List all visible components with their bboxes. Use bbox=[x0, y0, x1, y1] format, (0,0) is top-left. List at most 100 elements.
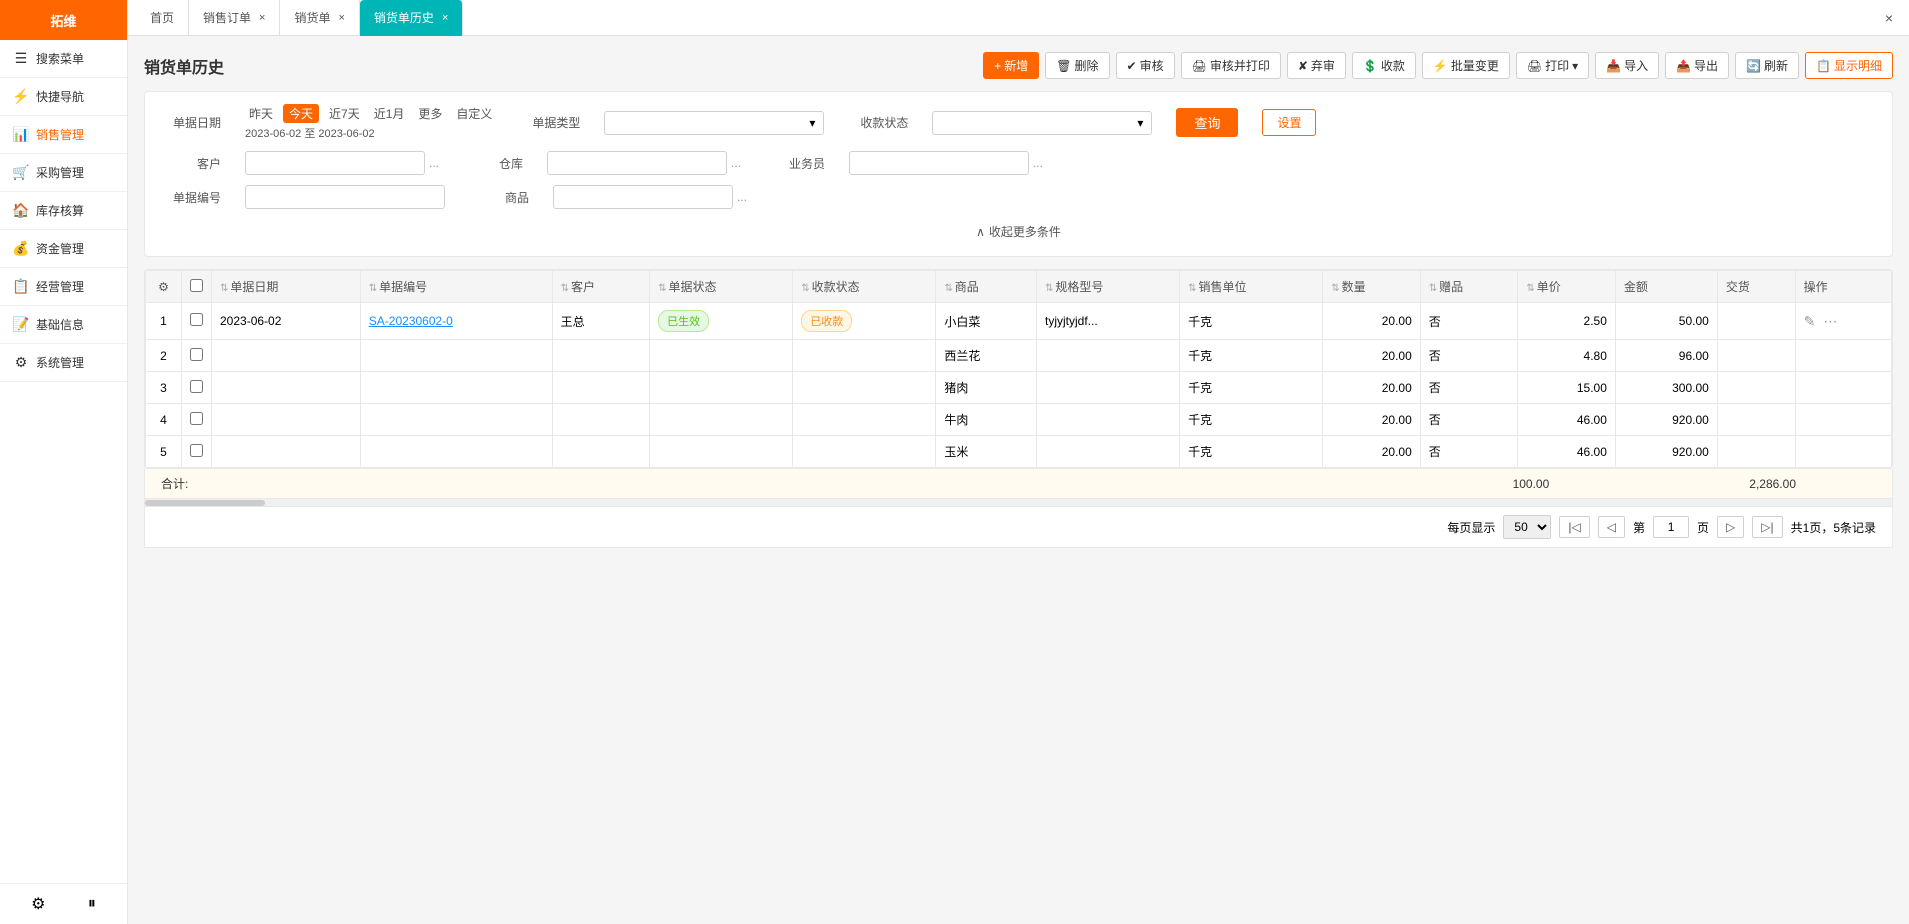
row-spec-type bbox=[1036, 340, 1179, 372]
sidebar-bottom-icon2[interactable]: ⏸ bbox=[88, 895, 96, 913]
last-page-button[interactable]: ▷| bbox=[1752, 516, 1782, 538]
row-doc-no[interactable] bbox=[360, 340, 552, 372]
payment-status-select[interactable]: ▾ bbox=[932, 111, 1152, 135]
row-checkbox[interactable] bbox=[190, 444, 203, 457]
page-number-input[interactable]: 1 bbox=[1653, 516, 1689, 538]
sidebar-item-label: 销售管理 bbox=[36, 126, 84, 143]
next-page-button[interactable]: ▷ bbox=[1717, 516, 1744, 538]
tab-home[interactable]: 首页 bbox=[136, 0, 189, 36]
row-sales-unit: 千克 bbox=[1180, 340, 1323, 372]
col-settings[interactable]: ⚙ bbox=[146, 271, 182, 303]
tab-sales-history[interactable]: 销货单历史 × bbox=[360, 0, 463, 36]
print-dropdown-icon: ▾ bbox=[1572, 59, 1578, 73]
row-checkbox-cell[interactable] bbox=[182, 372, 212, 404]
col-goods[interactable]: ⇅商品 bbox=[936, 271, 1037, 303]
customer-dots[interactable]: ... bbox=[429, 156, 439, 170]
col-doc-date[interactable]: ⇅单据日期 bbox=[212, 271, 361, 303]
col-spec-type[interactable]: ⇅规格型号 bbox=[1036, 271, 1179, 303]
audit-button[interactable]: ✔ 审核 bbox=[1116, 52, 1175, 79]
today-shortcut[interactable]: 今天 bbox=[283, 104, 319, 123]
collapse-label: 收起更多条件 bbox=[989, 223, 1061, 240]
delete-button[interactable]: 🗑 删除 bbox=[1045, 52, 1109, 79]
edit-icon[interactable]: ✎ bbox=[1804, 313, 1816, 330]
row-checkbox-cell[interactable] bbox=[182, 340, 212, 372]
sidebar-item-sales-mgmt[interactable]: 📊 销售管理 bbox=[0, 116, 127, 154]
yesterday-shortcut[interactable]: 昨天 bbox=[245, 104, 277, 123]
last7days-shortcut[interactable]: 近7天 bbox=[325, 104, 364, 123]
sidebar-bottom-icon1[interactable]: ⚙ bbox=[31, 894, 45, 914]
row-doc-no[interactable] bbox=[360, 404, 552, 436]
tab-close-all[interactable]: × bbox=[1877, 10, 1901, 26]
sidebar-item-operations-mgmt[interactable]: 📋 经营管理 bbox=[0, 268, 127, 306]
row-checkbox-cell[interactable] bbox=[182, 404, 212, 436]
goods-dots[interactable]: ... bbox=[737, 190, 747, 204]
per-page-label: 每页显示 bbox=[1447, 519, 1495, 536]
prev-page-button[interactable]: ◁ bbox=[1598, 516, 1625, 538]
show-detail-button[interactable]: 📋 显示明细 bbox=[1805, 52, 1893, 79]
first-page-button[interactable]: |◁ bbox=[1559, 516, 1589, 538]
row-checkbox[interactable] bbox=[190, 348, 203, 361]
tab-sales-order-close[interactable]: × bbox=[259, 12, 265, 24]
col-quantity[interactable]: ⇅数量 bbox=[1323, 271, 1421, 303]
horizontal-scrollbar[interactable] bbox=[144, 499, 1893, 507]
tab-sales-delivery-close[interactable]: × bbox=[338, 12, 344, 24]
row-checkbox[interactable] bbox=[190, 380, 203, 393]
row-doc-no[interactable]: SA-20230602-0 bbox=[360, 303, 552, 340]
more-shortcut[interactable]: 更多 bbox=[414, 104, 446, 123]
col-sales-unit[interactable]: ⇅销售单位 bbox=[1180, 271, 1323, 303]
goods-input[interactable] bbox=[553, 185, 733, 209]
import-button[interactable]: 📥 导入 bbox=[1595, 52, 1659, 79]
salesperson-dots[interactable]: ... bbox=[1033, 156, 1043, 170]
salesperson-input[interactable] bbox=[849, 151, 1029, 175]
sidebar-item-search-menu[interactable]: ☰ 搜索菜单 bbox=[0, 40, 127, 78]
customer-input[interactable] bbox=[245, 151, 425, 175]
tab-sales-delivery[interactable]: 销货单 × bbox=[280, 0, 359, 36]
per-page-select[interactable]: 50 bbox=[1503, 515, 1551, 539]
query-button[interactable]: 查询 bbox=[1176, 108, 1238, 137]
audit-print-button[interactable]: 🖨 审核并打印 bbox=[1181, 52, 1281, 79]
scrollbar-thumb[interactable] bbox=[145, 500, 265, 506]
export-button[interactable]: 📤 导出 bbox=[1665, 52, 1729, 79]
doc-type-select[interactable]: ▾ bbox=[604, 111, 824, 135]
col-doc-status[interactable]: ⇅单据状态 bbox=[650, 271, 793, 303]
col-unit-price[interactable]: ⇅单价 bbox=[1518, 271, 1616, 303]
sidebar-item-basic-info[interactable]: 📝 基础信息 bbox=[0, 306, 127, 344]
tab-sales-order[interactable]: 销售订单 × bbox=[189, 0, 280, 36]
select-all-checkbox[interactable] bbox=[190, 279, 203, 292]
col-payment-status[interactable]: ⇅收款状态 bbox=[793, 271, 936, 303]
row-operation bbox=[1795, 404, 1891, 436]
doc-no-input[interactable] bbox=[245, 185, 445, 209]
row-doc-no[interactable] bbox=[360, 372, 552, 404]
warehouse-input[interactable] bbox=[547, 151, 727, 175]
col-checkbox[interactable] bbox=[182, 271, 212, 303]
col-amount[interactable]: 金额 bbox=[1615, 271, 1717, 303]
row-checkbox[interactable] bbox=[190, 313, 203, 326]
custom-shortcut[interactable]: 自定义 bbox=[452, 104, 496, 123]
more-icon[interactable]: ⋯ bbox=[1823, 313, 1837, 330]
sidebar-item-finance-mgmt[interactable]: 💰 资金管理 bbox=[0, 230, 127, 268]
row-checkbox-cell[interactable] bbox=[182, 436, 212, 468]
print-button[interactable]: 🖨 打印 ▾ bbox=[1516, 52, 1589, 79]
warehouse-dots[interactable]: ... bbox=[731, 156, 741, 170]
row-doc-no[interactable] bbox=[360, 436, 552, 468]
collapse-button[interactable]: ∧ 收起更多条件 bbox=[161, 219, 1876, 244]
col-gift[interactable]: ⇅赠品 bbox=[1420, 271, 1518, 303]
col-transaction[interactable]: 交货 bbox=[1717, 271, 1795, 303]
collect-button[interactable]: 💲 收款 bbox=[1352, 52, 1416, 79]
refresh-button[interactable]: 🔄 刷新 bbox=[1735, 52, 1799, 79]
page-header: 销货单历史 + 新增 🗑 删除 ✔ 审核 🖨 审核并打印 bbox=[144, 52, 1893, 79]
settings-button[interactable]: 设置 bbox=[1262, 109, 1316, 136]
tab-sales-history-close[interactable]: × bbox=[442, 12, 448, 24]
batch-change-button[interactable]: ⚡ 批量变更 bbox=[1422, 52, 1510, 79]
sidebar-item-quick-nav[interactable]: ⚡ 快捷导航 bbox=[0, 78, 127, 116]
last1month-shortcut[interactable]: 近1月 bbox=[370, 104, 409, 123]
col-doc-no[interactable]: ⇅单据编号 bbox=[360, 271, 552, 303]
new-button[interactable]: + 新增 bbox=[983, 52, 1039, 79]
abandon-button[interactable]: ✘ 弃审 bbox=[1287, 52, 1346, 79]
sidebar-item-system-mgmt[interactable]: ⚙ 系统管理 bbox=[0, 344, 127, 382]
row-checkbox[interactable] bbox=[190, 412, 203, 425]
col-customer[interactable]: ⇅客户 bbox=[552, 271, 650, 303]
row-checkbox-cell[interactable] bbox=[182, 303, 212, 340]
sidebar-item-inventory[interactable]: 🏠 库存核算 bbox=[0, 192, 127, 230]
sidebar-item-purchase-mgmt[interactable]: 🛒 采购管理 bbox=[0, 154, 127, 192]
